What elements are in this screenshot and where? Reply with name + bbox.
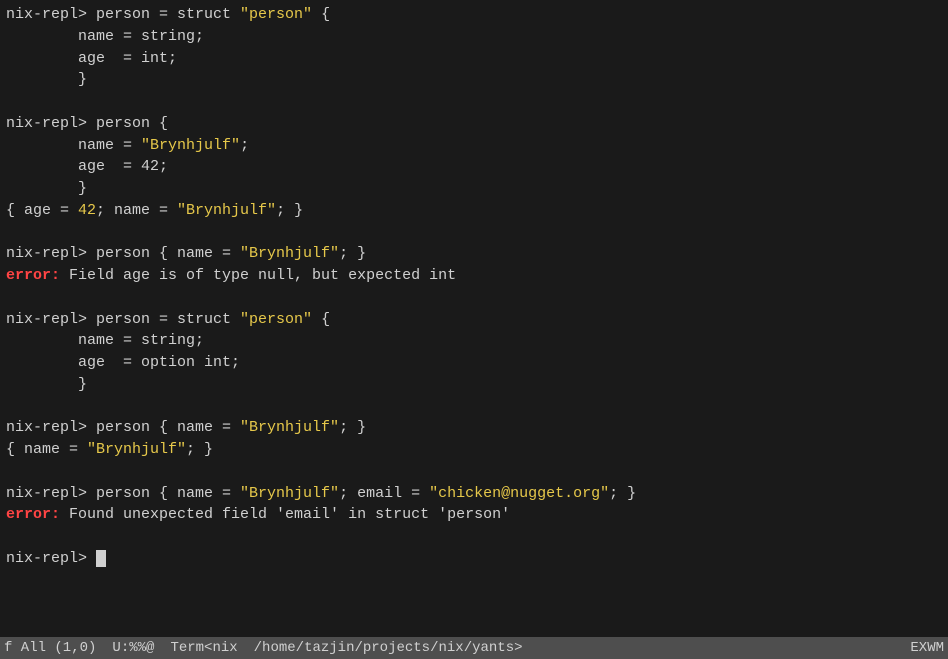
prompt-4: nix-repl> [6, 311, 96, 328]
prompt-6: nix-repl> [6, 485, 96, 502]
line-14: nix-repl> person { name = "Brynhjulf"; } [0, 417, 948, 439]
line-15: nix-repl> person { name = "Brynhjulf"; e… [0, 483, 948, 505]
error-msg-1: Field age is of type null, but expected … [60, 267, 456, 284]
line-13: } [0, 374, 948, 396]
line-output-2: { name = "Brynhjulf"; } [0, 439, 948, 461]
blank-1 [0, 91, 948, 113]
line-5: nix-repl> person { [0, 113, 948, 135]
prompt-2: nix-repl> [6, 115, 96, 132]
status-encoding: U:%%@ [112, 638, 154, 658]
status-path: /home/tazjin/projects/nix/yants> [254, 638, 523, 658]
input-line[interactable]: nix-repl> [0, 548, 948, 570]
line-8: } [0, 178, 948, 200]
line-3: age = int; [0, 48, 948, 70]
line-output-1: { age = 42; name = "Brynhjulf"; } [0, 200, 948, 222]
terminal-output: nix-repl> person = struct "person" { nam… [0, 0, 948, 637]
line-9: nix-repl> person { name = "Brynhjulf"; } [0, 243, 948, 265]
line-2: name = string; [0, 26, 948, 48]
status-right: EXWM [910, 638, 944, 658]
line-error-2: error: Found unexpected field 'email' in… [0, 504, 948, 526]
prompt-5: nix-repl> [6, 419, 96, 436]
line-7: age = 42; [0, 156, 948, 178]
prompt-3: nix-repl> [6, 245, 96, 262]
error-msg-2: Found unexpected field 'email' in struct… [60, 506, 510, 523]
line-6: name = "Brynhjulf"; [0, 135, 948, 157]
line-10: nix-repl> person = struct "person" { [0, 309, 948, 331]
line-12: age = option int; [0, 352, 948, 374]
error-label-1: error: [6, 267, 60, 284]
code-text: person = struct "person" { [96, 6, 330, 23]
blank-3 [0, 287, 948, 309]
blank-6 [0, 526, 948, 548]
line-1: nix-repl> person = struct "person" { [0, 4, 948, 26]
blank-5 [0, 461, 948, 483]
status-term: Term<nix [170, 638, 237, 658]
line-error-1: error: Field age is of type null, but ex… [0, 265, 948, 287]
line-11: name = string; [0, 330, 948, 352]
line-4: } [0, 69, 948, 91]
status-left: f All (1,0) U:%%@ Term<nix /home/tazjin/… [4, 638, 910, 658]
blank-2 [0, 222, 948, 244]
prompt: nix-repl> [6, 6, 96, 23]
status-bar: f All (1,0) U:%%@ Term<nix /home/tazjin/… [0, 637, 948, 659]
status-mode: f All (1,0) [4, 638, 96, 658]
prompt-7: nix-repl> [6, 550, 96, 567]
error-label-2: error: [6, 506, 60, 523]
blank-4 [0, 396, 948, 418]
cursor [96, 550, 106, 567]
